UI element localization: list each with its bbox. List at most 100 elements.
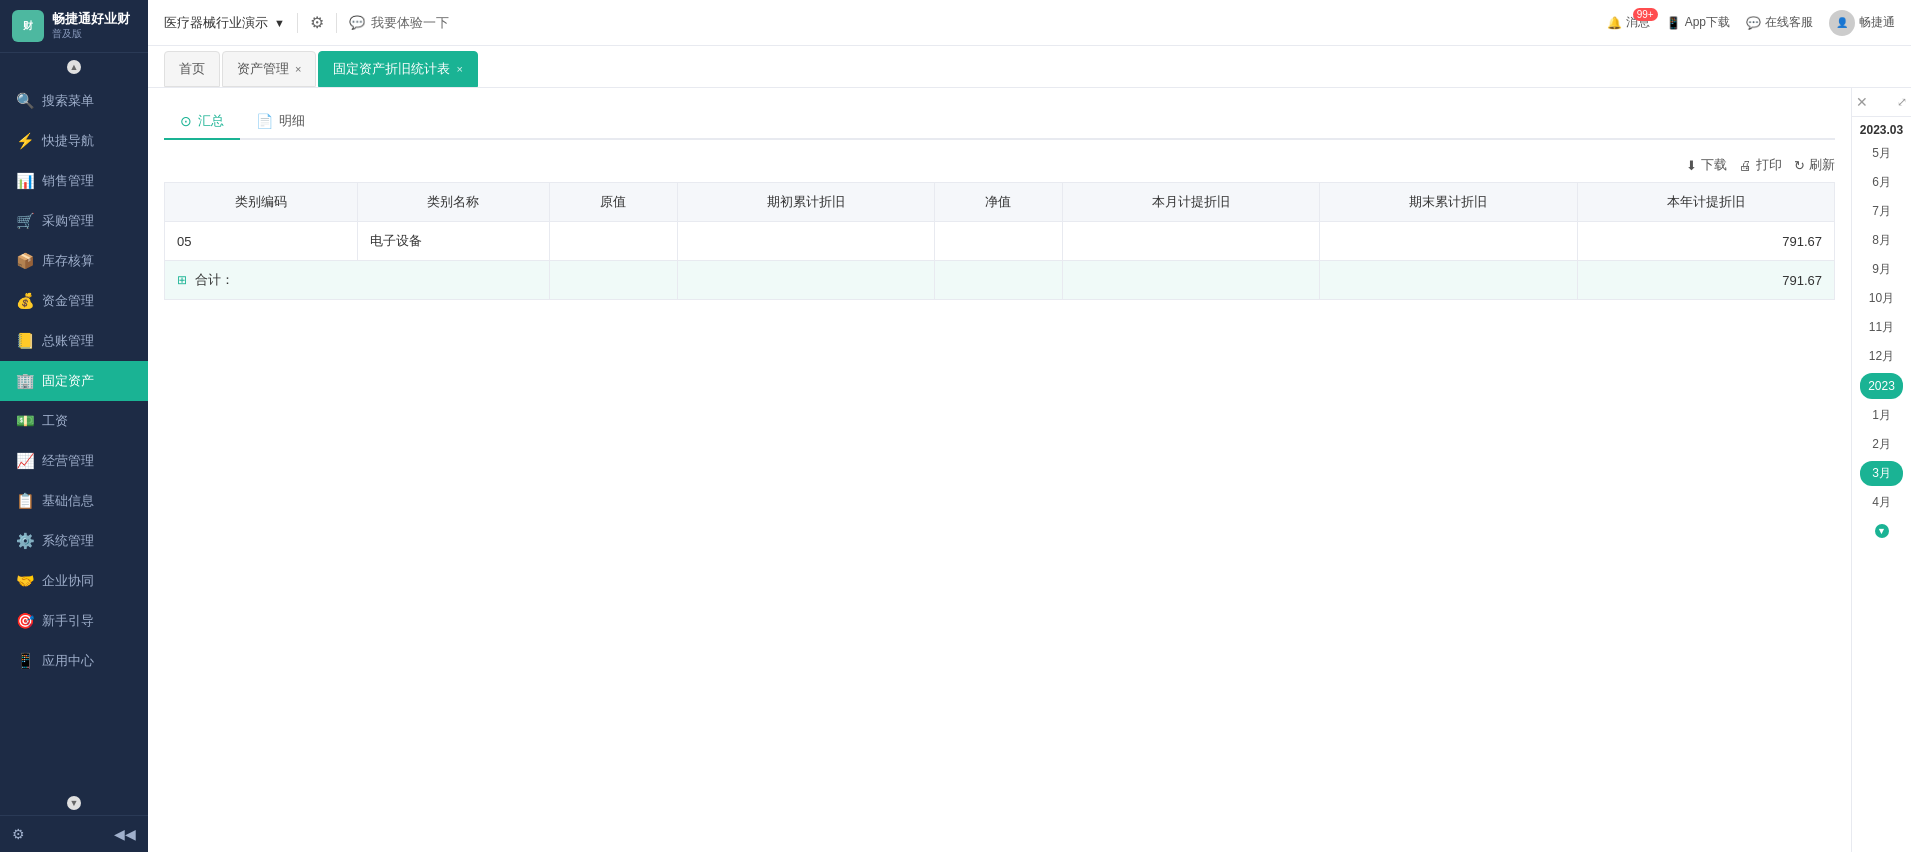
tab-home[interactable]: 首页 — [164, 51, 220, 87]
date-month-4[interactable]: 4月 — [1852, 488, 1911, 517]
company-name: 医疗器械行业演示 — [164, 14, 268, 32]
table-row: 05 电子设备 791.67 — [165, 222, 1835, 261]
sidebar-item-fixed-assets[interactable]: 🏢 固定资产 — [0, 361, 148, 401]
app-center-icon: 📱 — [16, 652, 34, 670]
message-icon: 🔔 — [1607, 16, 1622, 30]
row-net — [935, 222, 1063, 261]
total-initial — [677, 261, 935, 300]
sidebar-item-purchase[interactable]: 🛒 采购管理 — [0, 201, 148, 241]
date-month-12[interactable]: 12月 — [1852, 342, 1911, 371]
total-period-end — [1320, 261, 1578, 300]
sidebar-scroll-up[interactable]: ▲ — [67, 60, 81, 74]
row-initial — [677, 222, 935, 261]
date-scroll-down[interactable]: ▼ — [1875, 524, 1889, 538]
sidebar-item-label: 采购管理 — [42, 212, 94, 230]
tab-home-label: 首页 — [179, 60, 205, 78]
sidebar-item-enterprise[interactable]: 🤝 企业协同 — [0, 561, 148, 601]
sidebar-item-label: 库存核算 — [42, 252, 94, 270]
total-net — [935, 261, 1063, 300]
row-monthly — [1062, 222, 1320, 261]
summary-tab-icon: ⊙ — [180, 113, 192, 129]
date-month-10[interactable]: 10月 — [1852, 284, 1911, 313]
date-month-2[interactable]: 2月 — [1852, 430, 1911, 459]
row-code: 05 — [165, 222, 358, 261]
sidebar-item-basic-info[interactable]: 📋 基础信息 — [0, 481, 148, 521]
row-annual: 791.67 — [1577, 222, 1835, 261]
tab-depreciation[interactable]: 固定资产折旧统计表 × — [318, 51, 477, 87]
sub-tab-summary-label: 汇总 — [198, 112, 224, 130]
date-month-1[interactable]: 1月 — [1852, 401, 1911, 430]
sidebar-item-label: 资金管理 — [42, 292, 94, 310]
app-download-icon: 📱 — [1666, 16, 1681, 30]
tab-asset-mgmt[interactable]: 资产管理 × — [222, 51, 316, 87]
topbar-settings-icon[interactable]: ⚙ — [310, 13, 324, 32]
app-logo-text: 畅捷通好业财 普及版 — [52, 11, 130, 41]
collapse-sidebar-icon[interactable]: ◀◀ — [114, 826, 136, 842]
print-icon: 🖨 — [1739, 158, 1752, 173]
download-label: 下载 — [1701, 156, 1727, 174]
date-year-2023-label[interactable]: 2023 — [1860, 373, 1903, 399]
sidebar-item-finance[interactable]: 💰 资金管理 — [0, 281, 148, 321]
user-avatar: 👤 — [1829, 10, 1855, 36]
sub-tab-summary[interactable]: ⊙ 汇总 — [164, 104, 240, 140]
tab-depreciation-close[interactable]: × — [456, 63, 462, 75]
sidebar-item-operations[interactable]: 📈 经营管理 — [0, 441, 148, 481]
date-panel-scroll[interactable]: 2023.03 5月 6月 7月 8月 9月 10月 11月 12月 2023 … — [1852, 117, 1911, 852]
sidebar-item-search[interactable]: 🔍 搜索菜单 — [0, 81, 148, 121]
date-month-5[interactable]: 5月 — [1852, 139, 1911, 168]
sidebar-item-label: 固定资产 — [42, 372, 94, 390]
date-month-9[interactable]: 9月 — [1852, 255, 1911, 284]
col-annual: 本年计提折旧 — [1577, 183, 1835, 222]
sidebar-item-app-center[interactable]: 📱 应用中心 — [0, 641, 148, 681]
date-panel-expand-icon[interactable]: ⤢ — [1897, 95, 1907, 109]
date-panel: ✕ ⤢ 2023.03 5月 6月 7月 8月 9月 10月 11月 12月 2… — [1851, 88, 1911, 852]
col-net-value: 净值 — [935, 183, 1063, 222]
sidebar-item-label: 基础信息 — [42, 492, 94, 510]
date-panel-close-icon[interactable]: ✕ — [1856, 94, 1868, 110]
tab-asset-mgmt-close[interactable]: × — [295, 63, 301, 75]
experience-icon: 💬 — [349, 15, 365, 30]
sidebar-item-inventory[interactable]: 📦 库存核算 — [0, 241, 148, 281]
sidebar-item-quick-nav[interactable]: ⚡ 快捷导航 — [0, 121, 148, 161]
sidebar-bottom: ⚙ ◀◀ — [0, 815, 148, 852]
settings-bottom-icon[interactable]: ⚙ — [12, 826, 25, 842]
download-button[interactable]: ⬇ 下载 — [1686, 156, 1727, 174]
sidebar-item-label: 企业协同 — [42, 572, 94, 590]
depreciation-table: 类别编码 类别名称 原值 期初累计折旧 净值 本月计提折旧 期末累计折旧 本年计… — [164, 182, 1835, 300]
content-main: ⊙ 汇总 📄 明细 ⬇ 下载 🖨 打印 ↻ — [148, 88, 1851, 852]
print-button[interactable]: 🖨 打印 — [1739, 156, 1782, 174]
message-button[interactable]: 🔔 消息 99+ — [1607, 14, 1650, 31]
app-download-button[interactable]: 📱 App下载 — [1666, 14, 1730, 31]
date-panel-header: ✕ ⤢ — [1852, 88, 1911, 117]
sidebar-item-system[interactable]: ⚙️ 系统管理 — [0, 521, 148, 561]
customer-service-button[interactable]: 💬 在线客服 — [1746, 14, 1813, 31]
table-total-row: ⊞ 合计： 791.67 — [165, 261, 1835, 300]
content-area: ⊙ 汇总 📄 明细 ⬇ 下载 🖨 打印 ↻ — [148, 88, 1911, 852]
sub-tab-detail[interactable]: 📄 明细 — [240, 104, 321, 140]
main-content: 医疗器械行业演示 ▼ ⚙ 💬 我要体验一下 🔔 消息 99+ 📱 App下载 💬… — [148, 0, 1911, 852]
user-profile[interactable]: 👤 畅捷通 — [1829, 10, 1895, 36]
app-download-label: App下载 — [1685, 14, 1730, 31]
total-monthly — [1062, 261, 1320, 300]
date-month-11[interactable]: 11月 — [1852, 313, 1911, 342]
sidebar-item-salary[interactable]: 💵 工资 — [0, 401, 148, 441]
sidebar-item-label: 新手引导 — [42, 612, 94, 630]
col-monthly: 本月计提折旧 — [1062, 183, 1320, 222]
print-label: 打印 — [1756, 156, 1782, 174]
experience-button[interactable]: 💬 我要体验一下 — [349, 14, 449, 32]
col-original: 原值 — [550, 183, 678, 222]
date-month-8[interactable]: 8月 — [1852, 226, 1911, 255]
refresh-label: 刷新 — [1809, 156, 1835, 174]
sidebar-scroll-down[interactable]: ▼ — [67, 796, 81, 810]
sidebar-item-guide[interactable]: 🎯 新手引导 — [0, 601, 148, 641]
sidebar-item-ledger[interactable]: 📒 总账管理 — [0, 321, 148, 361]
date-month-6[interactable]: 6月 — [1852, 168, 1911, 197]
date-month-7[interactable]: 7月 — [1852, 197, 1911, 226]
system-icon: ⚙️ — [16, 532, 34, 550]
company-selector[interactable]: 医疗器械行业演示 ▼ — [164, 14, 285, 32]
sidebar-item-sales[interactable]: 📊 销售管理 — [0, 161, 148, 201]
sidebar-item-label: 应用中心 — [42, 652, 94, 670]
date-month-3-active[interactable]: 3月 — [1860, 461, 1903, 486]
refresh-button[interactable]: ↻ 刷新 — [1794, 156, 1835, 174]
row-period-end — [1320, 222, 1578, 261]
